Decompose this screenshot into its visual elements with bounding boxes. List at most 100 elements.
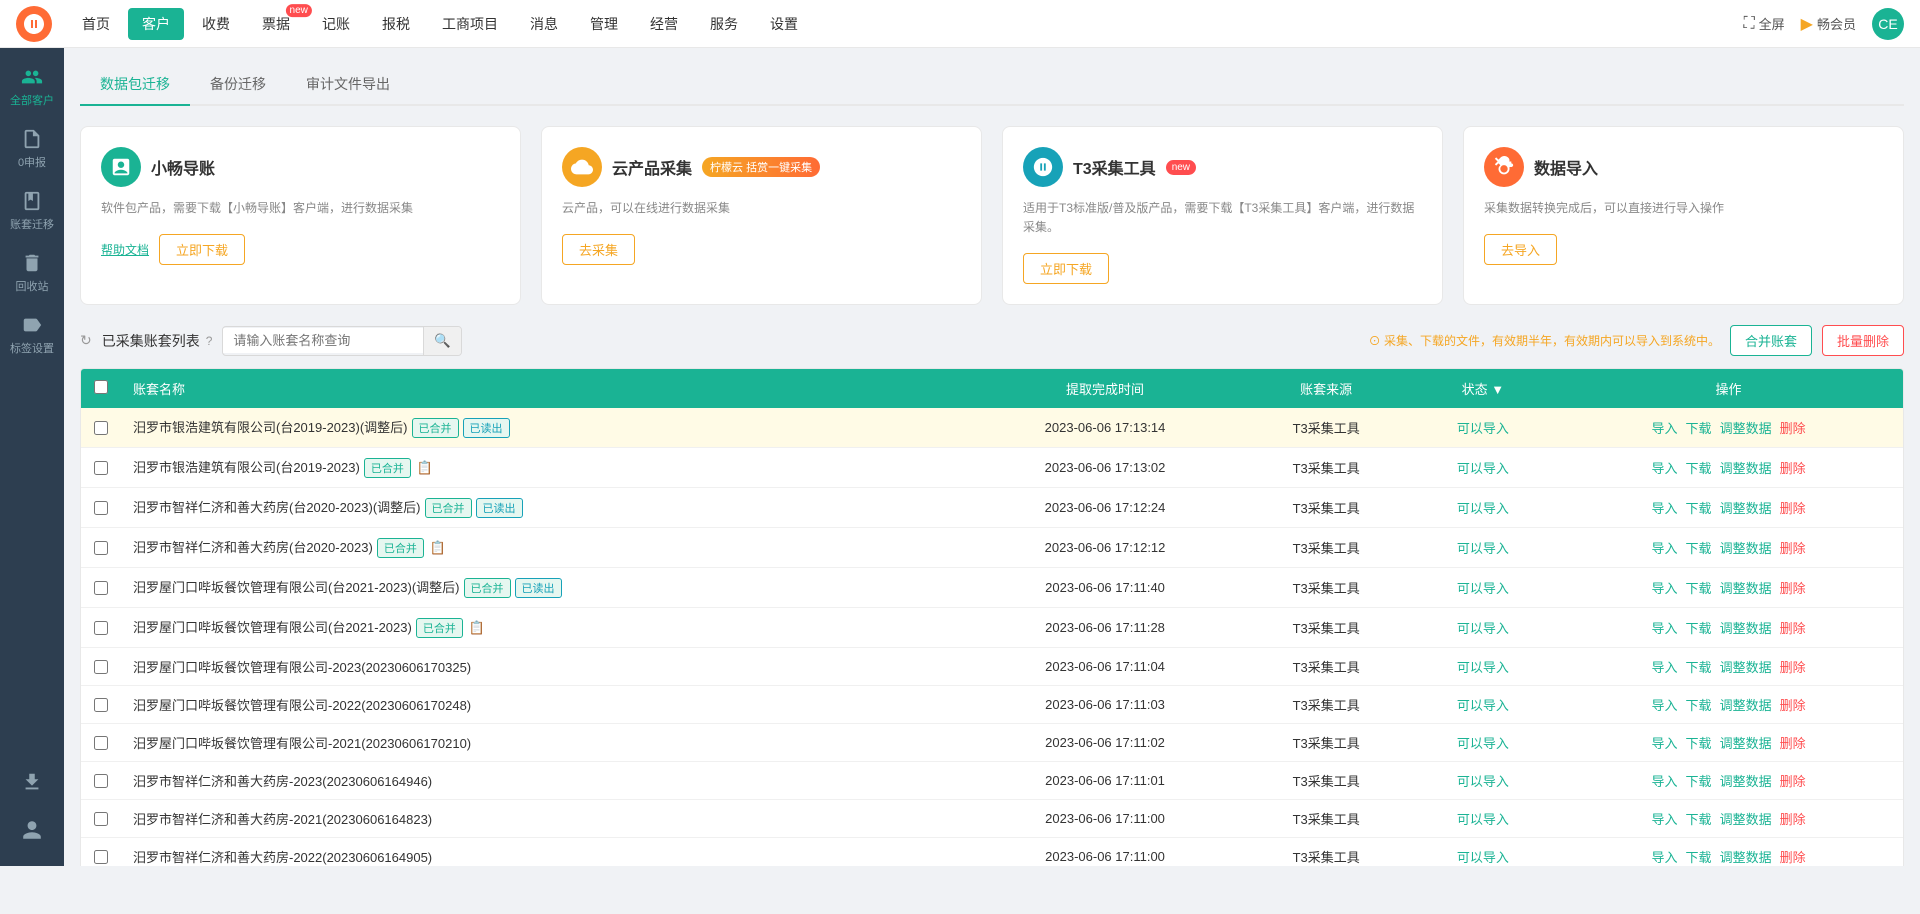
nav-fee[interactable]: 收费 — [188, 8, 244, 40]
edit-icon[interactable]: 📋 — [469, 620, 485, 635]
row-checkbox[interactable] — [94, 774, 108, 788]
action-调整数据[interactable]: 调整数据 — [1720, 774, 1772, 789]
nav-tax[interactable]: 报税 — [368, 8, 424, 40]
nav-manage[interactable]: 管理 — [576, 8, 632, 40]
sidebar-item-tag-settings[interactable]: 标签设置 — [0, 304, 64, 366]
row-checkbox[interactable] — [94, 850, 108, 864]
nav-business[interactable]: 工商项目 — [428, 8, 512, 40]
nav-service[interactable]: 服务 — [696, 8, 752, 40]
action-导入[interactable]: 导入 — [1652, 736, 1678, 751]
search-input[interactable] — [223, 328, 423, 353]
action-下载[interactable]: 下载 — [1686, 581, 1712, 596]
sidebar-download-icon[interactable] — [12, 762, 52, 802]
import-goto-btn[interactable]: 去导入 — [1484, 234, 1557, 265]
action-调整数据[interactable]: 调整数据 — [1720, 660, 1772, 675]
merge-button[interactable]: 合并账套 — [1730, 325, 1812, 356]
nav-message[interactable]: 消息 — [516, 8, 572, 40]
action-导入[interactable]: 导入 — [1652, 698, 1678, 713]
t3-download-btn[interactable]: 立即下载 — [1023, 253, 1109, 284]
action-下载[interactable]: 下载 — [1686, 850, 1712, 865]
row-checkbox[interactable] — [94, 581, 108, 595]
action-调整数据[interactable]: 调整数据 — [1720, 541, 1772, 556]
action-下载[interactable]: 下载 — [1686, 812, 1712, 827]
list-help-icon[interactable]: ? — [206, 334, 213, 348]
tab-audit-export[interactable]: 审计文件导出 — [286, 64, 410, 106]
action-调整数据[interactable]: 调整数据 — [1720, 461, 1772, 476]
action-调整数据[interactable]: 调整数据 — [1720, 621, 1772, 636]
action-删除[interactable]: 删除 — [1780, 698, 1806, 713]
action-删除[interactable]: 删除 — [1780, 581, 1806, 596]
action-删除[interactable]: 删除 — [1780, 812, 1806, 827]
edit-icon[interactable]: 📋 — [417, 460, 433, 475]
action-导入[interactable]: 导入 — [1652, 660, 1678, 675]
action-删除[interactable]: 删除 — [1780, 541, 1806, 556]
action-下载[interactable]: 下载 — [1686, 698, 1712, 713]
action-导入[interactable]: 导入 — [1652, 812, 1678, 827]
action-下载[interactable]: 下载 — [1686, 421, 1712, 436]
action-下载[interactable]: 下载 — [1686, 660, 1712, 675]
action-下载[interactable]: 下载 — [1686, 621, 1712, 636]
action-删除[interactable]: 删除 — [1780, 736, 1806, 751]
action-下载[interactable]: 下载 — [1686, 461, 1712, 476]
select-all-checkbox[interactable] — [94, 380, 108, 394]
edit-icon[interactable]: 📋 — [430, 540, 446, 555]
action-删除[interactable]: 删除 — [1780, 421, 1806, 436]
row-checkbox[interactable] — [94, 660, 108, 674]
sidebar-item-zero-declare[interactable]: 0申报 — [0, 118, 64, 180]
row-checkbox[interactable] — [94, 541, 108, 555]
row-checkbox[interactable] — [94, 501, 108, 515]
action-下载[interactable]: 下载 — [1686, 501, 1712, 516]
member-button[interactable]: ▶ 畅会员 — [1801, 14, 1856, 34]
row-checkbox[interactable] — [94, 421, 108, 435]
row-checkbox[interactable] — [94, 812, 108, 826]
action-删除[interactable]: 删除 — [1780, 774, 1806, 789]
app-logo[interactable] — [16, 6, 52, 42]
action-下载[interactable]: 下载 — [1686, 774, 1712, 789]
search-button[interactable]: 🔍 — [423, 327, 461, 355]
action-调整数据[interactable]: 调整数据 — [1720, 850, 1772, 865]
tab-data-migration[interactable]: 数据包迁移 — [80, 64, 190, 106]
action-导入[interactable]: 导入 — [1652, 774, 1678, 789]
action-删除[interactable]: 删除 — [1780, 621, 1806, 636]
action-导入[interactable]: 导入 — [1652, 581, 1678, 596]
row-checkbox[interactable] — [94, 461, 108, 475]
nav-bookkeeping[interactable]: 记账 — [308, 8, 364, 40]
sidebar-item-account-migrate[interactable]: 账套迁移 — [0, 180, 64, 242]
action-调整数据[interactable]: 调整数据 — [1720, 501, 1772, 516]
action-调整数据[interactable]: 调整数据 — [1720, 736, 1772, 751]
nav-settings[interactable]: 设置 — [756, 8, 812, 40]
row-checkbox[interactable] — [94, 736, 108, 750]
sidebar-user-icon[interactable] — [12, 810, 52, 850]
sidebar-item-recycle[interactable]: 回收站 — [0, 242, 64, 304]
nav-home[interactable]: 首页 — [68, 8, 124, 40]
nav-client[interactable]: 客户 — [128, 8, 184, 40]
sidebar-item-all-clients[interactable]: 全部客户 — [0, 56, 64, 118]
fullscreen-button[interactable]: ⛶ 全屏 — [1743, 14, 1784, 33]
nav-operation[interactable]: 经营 — [636, 8, 692, 40]
action-删除[interactable]: 删除 — [1780, 501, 1806, 516]
row-checkbox[interactable] — [94, 621, 108, 635]
batch-delete-button[interactable]: 批量删除 — [1822, 325, 1904, 356]
action-导入[interactable]: 导入 — [1652, 461, 1678, 476]
action-删除[interactable]: 删除 — [1780, 461, 1806, 476]
action-调整数据[interactable]: 调整数据 — [1720, 421, 1772, 436]
action-调整数据[interactable]: 调整数据 — [1720, 698, 1772, 713]
user-avatar[interactable]: CE — [1872, 8, 1904, 40]
xiaochangzhang-help-link[interactable]: 帮助文档 — [101, 241, 149, 258]
action-导入[interactable]: 导入 — [1652, 421, 1678, 436]
action-调整数据[interactable]: 调整数据 — [1720, 581, 1772, 596]
tab-backup-migration[interactable]: 备份迁移 — [190, 64, 286, 106]
action-导入[interactable]: 导入 — [1652, 621, 1678, 636]
action-导入[interactable]: 导入 — [1652, 541, 1678, 556]
cloud-collect-btn[interactable]: 去采集 — [562, 234, 635, 265]
refresh-icon[interactable]: ↻ — [80, 332, 92, 349]
action-删除[interactable]: 删除 — [1780, 660, 1806, 675]
row-checkbox[interactable] — [94, 698, 108, 712]
action-导入[interactable]: 导入 — [1652, 501, 1678, 516]
action-下载[interactable]: 下载 — [1686, 541, 1712, 556]
action-调整数据[interactable]: 调整数据 — [1720, 812, 1772, 827]
action-删除[interactable]: 删除 — [1780, 850, 1806, 865]
xiaochangzhang-download-btn[interactable]: 立即下载 — [159, 234, 245, 265]
nav-invoice[interactable]: 票据 new — [248, 8, 304, 40]
action-下载[interactable]: 下载 — [1686, 736, 1712, 751]
